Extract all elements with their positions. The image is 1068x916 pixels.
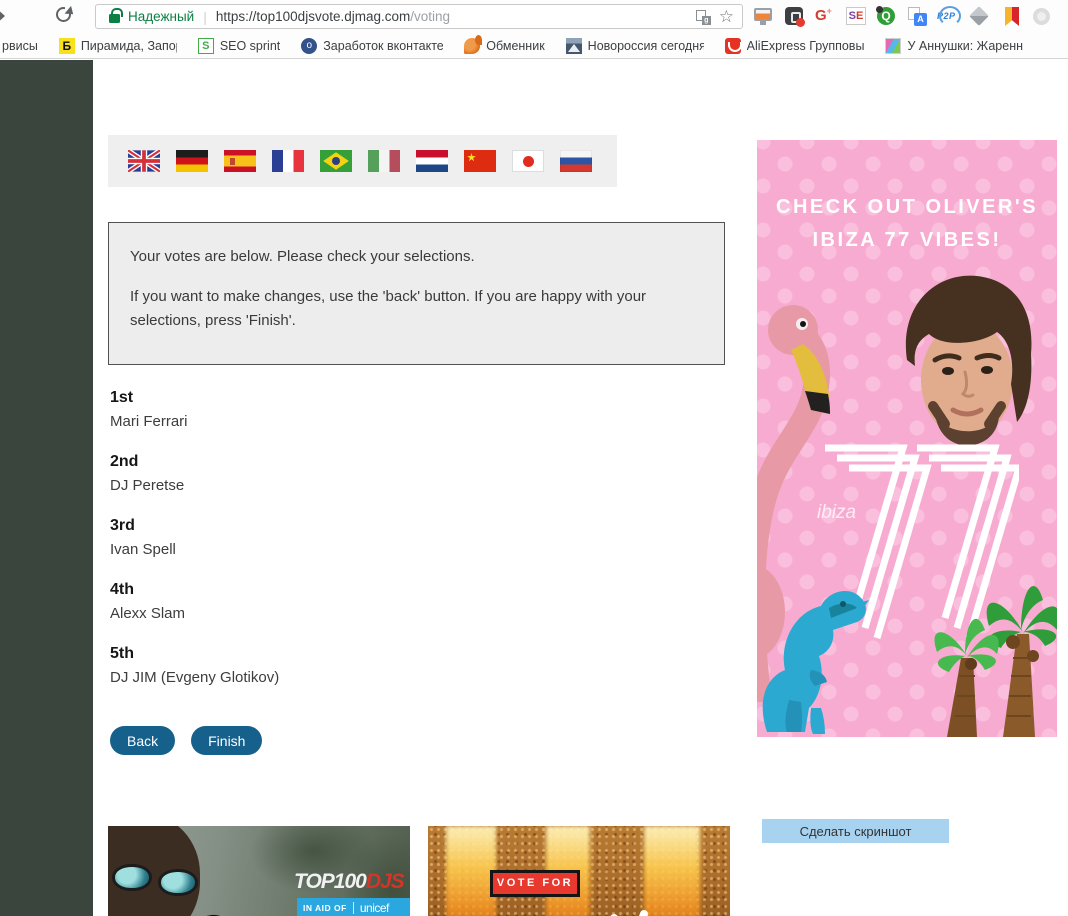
bookmark-seosprint[interactable]: S SEO sprint	[197, 37, 280, 54]
forward-icon[interactable]	[0, 8, 5, 24]
bookmark-vk-earn[interactable]: o Заработок вконтакте	[301, 37, 443, 54]
omnibox-divider: |	[203, 8, 207, 25]
palm-trees-icon	[934, 585, 1057, 737]
bookmark-pyramid[interactable]: Б Пирамида, Запорож	[58, 37, 177, 54]
take-screenshot-button[interactable]: Сделать скриншот	[762, 819, 949, 843]
browser-window: Надежный | https://top100djsvote.djmag.c…	[0, 0, 1068, 916]
top100djs-unicef-banner[interactable]: TOP100DJS IN AID OF unicef	[108, 826, 410, 916]
flag-netherlands-icon[interactable]	[416, 150, 448, 172]
vote-item-4: 4th Alexx Slam	[110, 578, 279, 626]
bookmark-exchanger[interactable]: Обменник	[464, 34, 545, 54]
language-flags-bar	[108, 135, 617, 187]
mountain-icon	[565, 37, 582, 54]
vote-name: Mari Ferrari	[110, 413, 188, 430]
address-bar[interactable]: Надежный | https://top100djsvote.djmag.c…	[95, 4, 743, 29]
secure-lock-icon	[109, 7, 123, 23]
votes-notice-box: Your votes are below. Please check your …	[108, 222, 725, 365]
bookmark-services[interactable]: рвисы	[2, 39, 38, 53]
unicef-bar: IN AID OF unicef	[297, 898, 410, 916]
vote-item-2: 2nd DJ Peretse	[110, 450, 279, 498]
p2p-icon[interactable]: P2P	[935, 3, 966, 30]
vote-item-1: 1st Mari Ferrari	[110, 386, 279, 434]
vote-rank: 1st	[110, 389, 134, 406]
vote-item-3: 3rd Ivan Spell	[110, 514, 279, 562]
bookmark-annushka[interactable]: У Аннушки: Жаренн	[885, 37, 1023, 54]
flag-russia-icon[interactable]	[560, 150, 592, 172]
reload-icon[interactable]	[56, 5, 73, 22]
vote-name: Alexx Slam	[110, 605, 186, 622]
vote-for-banner[interactable]: VOTE FOR	[428, 826, 730, 916]
flag-china-icon[interactable]	[464, 150, 496, 172]
vote-name: Ivan Spell	[110, 541, 176, 558]
translate-page-icon[interactable]: g	[695, 9, 711, 25]
dinosaur-icon	[762, 591, 869, 734]
oliver-face	[905, 275, 1032, 446]
gplus-icon[interactable]: G	[811, 3, 842, 30]
votes-list: 1st Mari Ferrari 2nd DJ Peretse 3rd Ivan…	[110, 386, 279, 706]
svg-text:ibiza: ibiza	[817, 502, 856, 523]
browsec-faded-icon[interactable]	[1028, 3, 1059, 30]
vote-rank: 3rd	[110, 517, 135, 534]
flag-france-icon[interactable]	[272, 150, 304, 172]
vote-item-5: 5th DJ JIM (Evgeny Glotikov)	[110, 642, 279, 690]
extension-icons-row: G SE Q A P2P	[749, 3, 1059, 30]
flag-uk-icon[interactable]	[128, 150, 160, 172]
photo-thumb-icon	[885, 37, 902, 54]
pyramid-b-icon: Б	[58, 37, 75, 54]
coin-icon: o	[301, 37, 318, 54]
vote-for-badge: VOTE FOR	[490, 870, 580, 897]
notice-line2: If you want to make changes, use the 'ba…	[130, 288, 647, 329]
seosprint-icon: S	[197, 37, 214, 54]
ad-title: CHECK OUT OLIVER'S IBIZA 77 VIBES!	[776, 196, 1038, 251]
script-text	[610, 910, 648, 916]
flag-brazil-icon[interactable]	[320, 150, 352, 172]
top100djs-logo: TOP100DJS	[294, 870, 405, 893]
oliver-ibiza77-ad[interactable]: CHECK OUT OLIVER'S IBIZA 77 VIBES! ibiza	[757, 140, 1057, 737]
adguard-lock-icon[interactable]	[780, 3, 811, 30]
action-buttons: Back Finish	[110, 726, 263, 755]
cube-icon[interactable]	[966, 3, 997, 30]
bookmark-novorossia[interactable]: Новороссия сегодня	[565, 37, 704, 54]
squirrel-icon	[464, 34, 483, 54]
bookmark-star-icon[interactable]: ☆	[719, 8, 734, 25]
url-path: /voting	[410, 9, 451, 24]
background-photo	[0, 60, 93, 916]
translate-ext-icon[interactable]: A	[904, 3, 935, 30]
secure-label: Надежный	[128, 9, 195, 24]
url-host: https://top100djsvote.djmag.com	[215, 9, 411, 24]
vote-rank: 4th	[110, 581, 134, 598]
flag-spain-icon[interactable]	[224, 150, 256, 172]
sunglasses	[112, 864, 204, 898]
screen-share-icon[interactable]	[749, 3, 780, 30]
vote-name: DJ Peretse	[110, 477, 185, 494]
rds-q-icon[interactable]: Q	[873, 3, 904, 30]
vote-name: DJ JIM (Evgeny Glotikov)	[110, 669, 280, 686]
vote-rank: 5th	[110, 645, 134, 662]
vote-rank: 2nd	[110, 453, 139, 470]
bookmark-aliexpress[interactable]: AliExpress Групповы	[724, 37, 864, 54]
seoquake-icon[interactable]: SE	[842, 3, 873, 30]
back-button[interactable]: Back	[110, 726, 176, 755]
flag-japan-icon[interactable]	[512, 150, 544, 172]
flag-italy-icon[interactable]	[368, 150, 400, 172]
finish-button[interactable]: Finish	[191, 726, 263, 755]
browser-toolbar: Надежный | https://top100djsvote.djmag.c…	[0, 0, 1068, 33]
flag-germany-icon[interactable]	[176, 150, 208, 172]
bookmarks-bar: рвисы Б Пирамида, Запорож S SEO sprint o…	[0, 33, 1068, 59]
voting-page: Your votes are below. Please check your …	[0, 60, 1068, 916]
bookmarks-ribbon-icon[interactable]	[997, 3, 1028, 30]
aliexpress-icon	[724, 37, 742, 54]
notice-line1: Your votes are below. Please check your …	[130, 248, 475, 265]
